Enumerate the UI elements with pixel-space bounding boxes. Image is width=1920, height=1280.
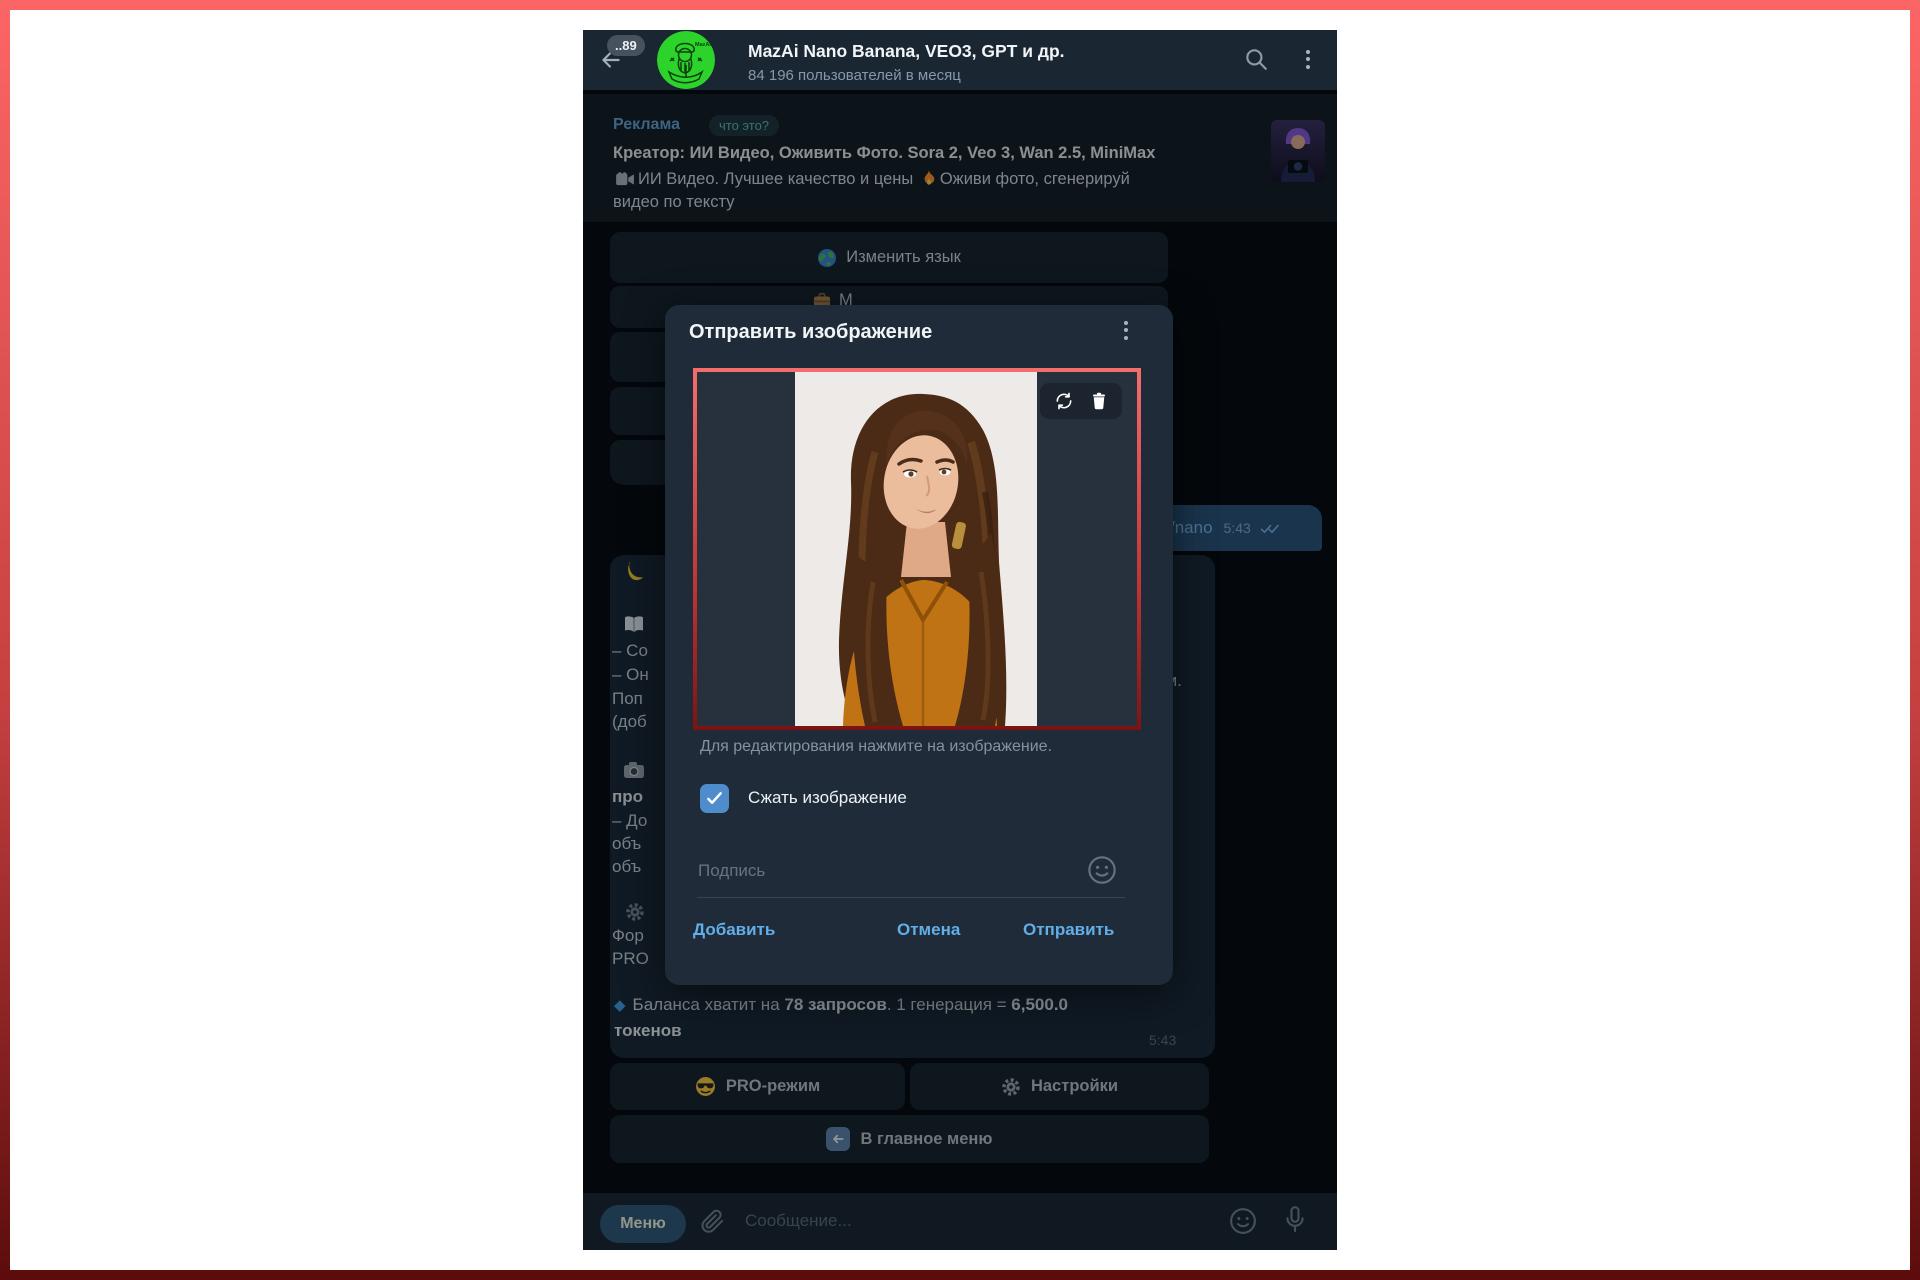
telegram-app: ..89 MazAi MazAi Nano Banana, VEO3, GPT … [583, 30, 1337, 1250]
compress-label: Сжать изображение [748, 788, 907, 807]
chat-subtitle: 84 196 пользователей в месяц [748, 67, 961, 84]
bot-avatar[interactable]: MazAi [657, 31, 715, 89]
compress-checkbox[interactable] [700, 784, 729, 813]
image-preview-area[interactable] [697, 372, 1137, 726]
edit-hint: Для редактирования нажмите на изображени… [700, 738, 1053, 755]
cancel-button[interactable]: Отмена [897, 920, 960, 940]
attached-photo[interactable] [795, 372, 1037, 726]
unread-count-badge: ..89 [607, 35, 645, 56]
annotation-highlight-frame [693, 368, 1141, 730]
caption-input[interactable] [698, 856, 1078, 886]
image-tools [1040, 383, 1122, 419]
delete-image-icon[interactable] [1090, 391, 1108, 411]
chat-header: ..89 MazAi MazAi Nano Banana, VEO3, GPT … [583, 30, 1337, 90]
more-menu-icon[interactable] [1299, 48, 1317, 70]
add-button[interactable]: Добавить [693, 920, 775, 940]
send-image-dialog: Отправить изображение Для редактирования… [665, 305, 1173, 985]
svg-text:MazAi: MazAi [695, 42, 711, 48]
page-canvas: ..89 MazAi MazAi Nano Banana, VEO3, GPT … [10, 10, 1910, 1270]
send-button[interactable]: Отправить [1023, 920, 1114, 940]
caption-emoji-icon[interactable] [1086, 854, 1118, 891]
page-frame: ..89 MazAi MazAi Nano Banana, VEO3, GPT … [0, 0, 1920, 1280]
search-icon[interactable] [1243, 46, 1269, 77]
replace-image-icon[interactable] [1054, 391, 1074, 411]
portrait-photo [795, 372, 1037, 726]
dialog-title: Отправить изображение [689, 321, 933, 343]
dialog-more-icon[interactable] [1117, 319, 1135, 341]
mazai-avatar-icon: MazAi [657, 31, 715, 89]
check-icon [707, 792, 722, 804]
chat-title: MazAi Nano Banana, VEO3, GPT и др. [748, 41, 1065, 61]
caption-divider [697, 897, 1125, 898]
